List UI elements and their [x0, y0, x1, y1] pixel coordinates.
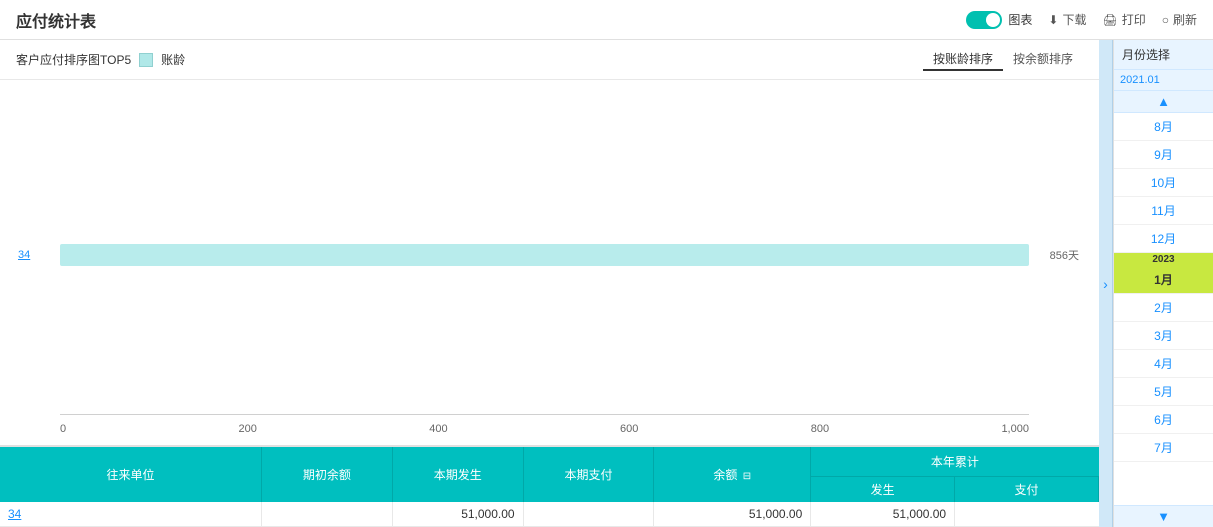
- year-marker: 2023: [1114, 253, 1213, 266]
- cell-current-pay: [523, 502, 654, 527]
- expand-arrow[interactable]: ›: [1099, 40, 1113, 527]
- table-row: 34 51,000.00 51,000.00 51,000.00: [0, 502, 1099, 527]
- right-panel: › 月份选择 2021.01 ▲ 8月9月10月11月12月20231月2月3月…: [1099, 40, 1213, 527]
- bar-track: [60, 244, 1029, 266]
- cell-vendor: 34: [0, 502, 262, 527]
- sidebar-month-item[interactable]: 8月: [1114, 113, 1213, 141]
- sidebar-down-button[interactable]: ▼: [1114, 505, 1213, 527]
- sidebar-month-item[interactable]: 3月: [1114, 322, 1213, 350]
- col-current-occur-header: 本期发生: [392, 447, 523, 502]
- cell-ytd-occur: 51,000.00: [811, 502, 955, 527]
- col-opening-header: 期初余额: [262, 447, 393, 502]
- sidebar-year-display: 2021.01: [1114, 70, 1213, 91]
- chart-section: 客户应付排序图TOP5 账龄 按账龄排序 按余额排序 34 856天: [0, 40, 1099, 527]
- col-ytd-occur-header: 发生: [811, 477, 955, 503]
- col-vendor-header: 往来单位: [0, 447, 262, 502]
- sidebar-year-value: 2021.01: [1120, 74, 1160, 86]
- legend-box-label: 账龄: [161, 51, 185, 68]
- header: 应付统计表 图表 ⬇ 下载 🖨 打印 ○ 刷新: [0, 0, 1213, 40]
- legend-box: [139, 53, 153, 67]
- sidebar-month-item[interactable]: 1月: [1114, 266, 1213, 294]
- x-tick-400: 400: [429, 423, 447, 435]
- bar-left-label[interactable]: 34: [18, 249, 30, 261]
- sidebar-month-item[interactable]: 10月: [1114, 169, 1213, 197]
- chart-toggle-container: 图表: [966, 11, 1032, 29]
- sidebar-month-list: 8月9月10月11月12月20231月2月3月4月5月6月7月: [1114, 113, 1213, 505]
- legend-left: 客户应付排序图TOP5 账龄: [16, 51, 185, 68]
- cell-balance: 51,000.00: [654, 502, 811, 527]
- cell-opening: [262, 502, 393, 527]
- main-content: 客户应付排序图TOP5 账龄 按账龄排序 按余额排序 34 856天: [0, 40, 1213, 527]
- sort-by-balance-button[interactable]: 按账龄排序: [923, 48, 1003, 71]
- balance-sort-icon: ⊟: [743, 471, 751, 482]
- bar-right-label: 856天: [1050, 247, 1079, 263]
- legend-text: 客户应付排序图TOP5: [16, 51, 131, 68]
- sort-by-amount-button[interactable]: 按余额排序: [1003, 48, 1083, 71]
- col-ytd-pay-header: 支付: [955, 477, 1099, 503]
- x-tick-200: 200: [239, 423, 257, 435]
- sidebar-month-item[interactable]: 7月: [1114, 434, 1213, 462]
- header-actions: 图表 ⬇ 下载 🖨 打印 ○ 刷新: [966, 11, 1197, 29]
- x-tick-1000: 1,000: [1001, 423, 1029, 435]
- print-button[interactable]: 🖨 打印: [1102, 11, 1145, 28]
- cell-ytd-pay: [955, 502, 1099, 527]
- month-sidebar: 月份选择 2021.01 ▲ 8月9月10月11月12月20231月2月3月4月…: [1113, 40, 1213, 527]
- sidebar-month-item[interactable]: 12月: [1114, 225, 1213, 253]
- x-axis: 0 200 400 600 800 1,000: [60, 423, 1029, 435]
- download-button[interactable]: ⬇ 下载: [1048, 11, 1086, 28]
- download-icon: ⬇: [1048, 13, 1058, 27]
- bar-row: 34 856天: [60, 244, 1029, 266]
- sidebar-month-item[interactable]: 6月: [1114, 406, 1213, 434]
- sidebar-month-item[interactable]: 4月: [1114, 350, 1213, 378]
- x-tick-0: 0: [60, 423, 66, 435]
- chart-area: 34 856天 0 200 400 600 800 1,000: [0, 80, 1099, 445]
- sidebar-month-item[interactable]: 11月: [1114, 197, 1213, 225]
- page-container: 应付统计表 图表 ⬇ 下载 🖨 打印 ○ 刷新: [0, 0, 1213, 527]
- cell-current-occur: 51,000.00: [392, 502, 523, 527]
- data-table: 往来单位 期初余额 本期发生 本期支付 余额 ⊟ 本年累计: [0, 447, 1099, 527]
- table-wrapper: 往来单位 期初余额 本期发生 本期支付 余额 ⊟ 本年累计: [0, 447, 1099, 527]
- sidebar-month-item[interactable]: 2月: [1114, 294, 1213, 322]
- x-tick-600: 600: [620, 423, 638, 435]
- col-ytd-group-header: 本年累计: [811, 447, 1099, 477]
- x-tick-800: 800: [811, 423, 829, 435]
- expand-arrow-icon: ›: [1103, 276, 1108, 292]
- toggle-label: 图表: [1008, 11, 1032, 28]
- sidebar-month-item[interactable]: 9月: [1114, 141, 1213, 169]
- sidebar-up-button[interactable]: ▲: [1114, 91, 1213, 113]
- refresh-icon: ○: [1162, 13, 1169, 27]
- refresh-button[interactable]: ○ 刷新: [1162, 11, 1197, 28]
- toggle-knob: [986, 13, 1000, 27]
- sort-buttons: 按账龄排序 按余额排序: [923, 48, 1083, 71]
- print-icon: 🖨: [1102, 13, 1117, 27]
- page-title: 应付统计表: [16, 8, 96, 32]
- table-section: 往来单位 期初余额 本期发生 本期支付 余额 ⊟ 本年累计: [0, 445, 1099, 527]
- chart-legend: 客户应付排序图TOP5 账龄 按账龄排序 按余额排序: [0, 40, 1099, 80]
- col-current-pay-header: 本期支付: [523, 447, 654, 502]
- sidebar-month-item[interactable]: 5月: [1114, 378, 1213, 406]
- sidebar-header: 月份选择: [1114, 40, 1213, 70]
- month-select-label: 月份选择: [1122, 46, 1170, 63]
- x-axis-line: [60, 414, 1029, 415]
- chart-toggle[interactable]: [966, 11, 1002, 29]
- col-balance-header: 余额 ⊟: [654, 447, 811, 502]
- vendor-link[interactable]: 34: [8, 507, 21, 521]
